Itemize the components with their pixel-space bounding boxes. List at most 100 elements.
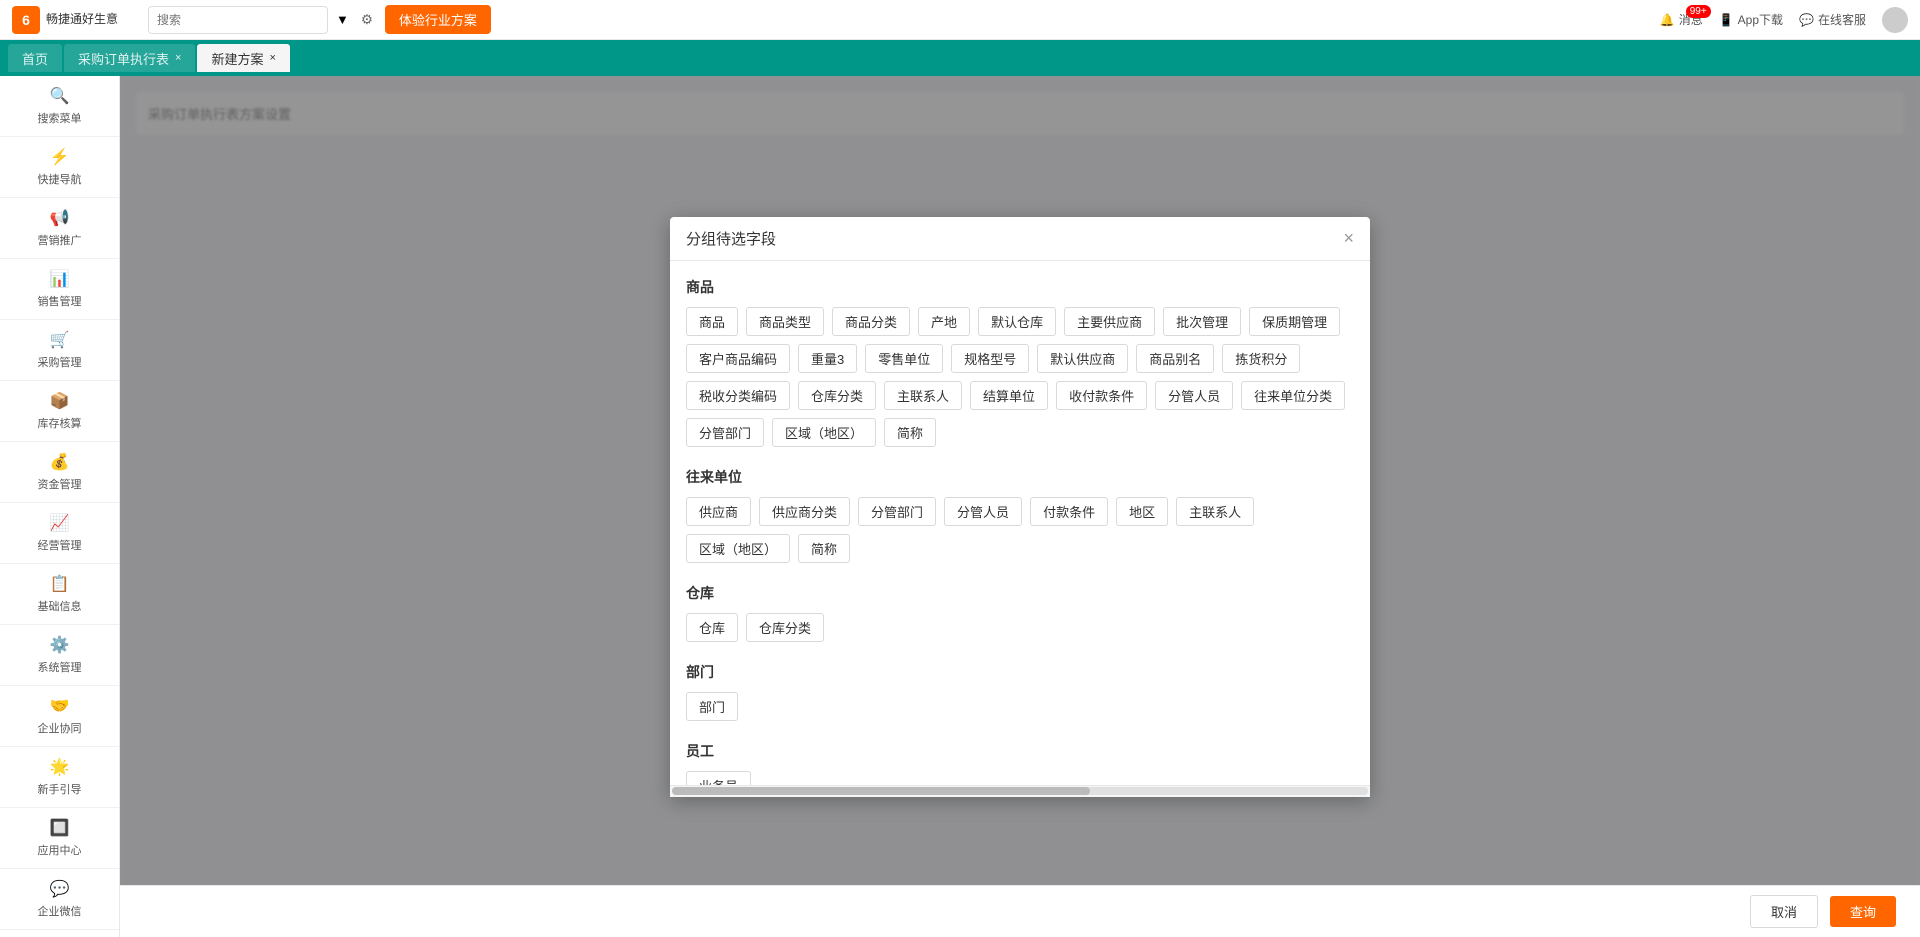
dropdown-icon[interactable]: ▼ xyxy=(336,12,349,27)
field-tag-0-23[interactable]: 区域（地区） xyxy=(772,418,876,447)
sidebar-label-7: 经营管理 xyxy=(38,537,82,553)
field-tag-0-11[interactable]: 规格型号 xyxy=(951,344,1029,373)
field-tag-0-19[interactable]: 收付款条件 xyxy=(1056,381,1147,410)
field-tag-0-24[interactable]: 简称 xyxy=(884,418,936,447)
field-tag-0-14[interactable]: 拣货积分 xyxy=(1222,344,1300,373)
sidebar-item-3[interactable]: 📊销售管理 xyxy=(0,259,119,320)
sidebar-icon-8: 📋 xyxy=(50,574,70,594)
field-tags-1: 供应商供应商分类分管部门分管人员付款条件地区主联系人区域（地区） 简称 xyxy=(686,497,1354,563)
sidebar-item-4[interactable]: 🛒采购管理 xyxy=(0,320,119,381)
sidebar-label-11: 新手引导 xyxy=(38,781,82,797)
modal-horizontal-scrollbar[interactable] xyxy=(670,785,1370,797)
field-tag-0-9[interactable]: 重量3 xyxy=(798,344,857,373)
sidebar-item-12[interactable]: 🔲应用中心 xyxy=(0,808,119,869)
field-tags-4: 业务员 xyxy=(686,771,1354,785)
tab-new-plan[interactable]: 新建方案 × xyxy=(197,44,289,72)
field-tag-0-7[interactable]: 保质期管理 xyxy=(1249,307,1340,336)
sidebar-icon-13: 💬 xyxy=(50,879,70,899)
field-tag-0-5[interactable]: 主要供应商 xyxy=(1064,307,1155,336)
sidebar-label-3: 销售管理 xyxy=(38,293,82,309)
field-tag-0-15[interactable]: 税收分类编码 xyxy=(686,381,790,410)
sidebar-icon-10: 🤝 xyxy=(50,696,70,716)
field-tag-0-2[interactable]: 商品分类 xyxy=(832,307,910,336)
service-icon: 💬 xyxy=(1799,13,1814,27)
field-tag-1-1[interactable]: 供应商分类 xyxy=(759,497,850,526)
field-tag-0-17[interactable]: 主联系人 xyxy=(884,381,962,410)
field-tag-0-4[interactable]: 默认仓库 xyxy=(978,307,1056,336)
tab-close-icon[interactable]: × xyxy=(175,52,181,64)
section-title-3: 部门 xyxy=(686,662,1354,682)
notifications[interactable]: 🔔 消息 99+ xyxy=(1660,11,1703,28)
field-tag-0-0[interactable]: 商品 xyxy=(686,307,738,336)
sidebar-icon-1: ⚡ xyxy=(50,147,70,167)
field-tag-0-21[interactable]: 往来单位分类 xyxy=(1241,381,1345,410)
field-tag-0-12[interactable]: 默认供应商 xyxy=(1037,344,1128,373)
tab-label: 采购订单执行表 xyxy=(78,49,169,68)
tab-label: 首页 xyxy=(22,49,48,68)
field-tag-1-8[interactable]: 简称 xyxy=(798,534,850,563)
avatar[interactable] xyxy=(1882,7,1908,33)
sidebar-item-10[interactable]: 🤝企业协同 xyxy=(0,686,119,747)
search-input[interactable] xyxy=(148,6,328,34)
sidebar-label-6: 资金管理 xyxy=(38,476,82,492)
scrollbar-thumb xyxy=(672,787,1090,795)
field-tag-1-7[interactable]: 区域（地区） xyxy=(686,534,790,563)
modal-bottom-bar: 取消 查询 xyxy=(120,885,1920,937)
sidebar-label-12: 应用中心 xyxy=(38,842,82,858)
sidebar-item-5[interactable]: 📦库存核算 xyxy=(0,381,119,442)
sidebar-label-0: 搜索菜单 xyxy=(38,110,82,126)
field-tag-0-1[interactable]: 商品类型 xyxy=(746,307,824,336)
modal-close-button[interactable]: × xyxy=(1343,228,1354,249)
modal-overlay: 分组待选字段 × 商品商品商品类型商品分类产地默认仓库主要供应商批次管理保质期管… xyxy=(120,76,1920,937)
app-download-label: App下载 xyxy=(1738,11,1783,28)
field-tag-1-5[interactable]: 地区 xyxy=(1116,497,1168,526)
field-tag-0-10[interactable]: 零售单位 xyxy=(865,344,943,373)
field-tag-2-1[interactable]: 仓库分类 xyxy=(746,613,824,642)
sidebar-icon-6: 💰 xyxy=(50,452,70,472)
field-tag-0-13[interactable]: 商品别名 xyxy=(1136,344,1214,373)
modal-header: 分组待选字段 × xyxy=(670,217,1370,261)
field-tags-0: 商品商品类型商品分类产地默认仓库主要供应商批次管理保质期管理客户商品编码重量3 零… xyxy=(686,307,1354,447)
tab-purchase-order[interactable]: 采购订单执行表 × xyxy=(64,44,195,72)
tab-home[interactable]: 首页 xyxy=(8,44,62,72)
settings-icon[interactable]: ⚙ xyxy=(357,8,377,32)
sidebar-item-0[interactable]: 🔍搜索菜单 xyxy=(0,76,119,137)
sidebar-item-2[interactable]: 📢 营销推广 xyxy=(0,198,119,259)
field-tag-4-0[interactable]: 业务员 xyxy=(686,771,751,785)
cancel-button[interactable]: 取消 xyxy=(1750,895,1818,928)
sidebar-item-9[interactable]: ⚙️系统管理 xyxy=(0,625,119,686)
download-icon: 📱 xyxy=(1719,13,1734,27)
sidebar-item-6[interactable]: 💰 资金管理 xyxy=(0,442,119,503)
field-tag-2-0[interactable]: 仓库 xyxy=(686,613,738,642)
online-service[interactable]: 💬 在线客服 xyxy=(1799,11,1866,28)
field-tag-0-6[interactable]: 批次管理 xyxy=(1163,307,1241,336)
field-tag-0-18[interactable]: 结算单位 xyxy=(970,381,1048,410)
field-tag-3-0[interactable]: 部门 xyxy=(686,692,738,721)
sidebar-item-1[interactable]: ⚡ 快捷导航 xyxy=(0,137,119,198)
field-tag-0-3[interactable]: 产地 xyxy=(918,307,970,336)
app-download[interactable]: 📱 App下载 xyxy=(1719,11,1783,28)
field-tag-1-3[interactable]: 分管人员 xyxy=(944,497,1022,526)
field-tag-0-16[interactable]: 仓库分类 xyxy=(798,381,876,410)
sidebar-icon-2: 📢 xyxy=(50,208,70,228)
field-tag-1-2[interactable]: 分管部门 xyxy=(858,497,936,526)
tab-close-icon[interactable]: × xyxy=(269,52,275,64)
trial-button[interactable]: 体验行业方案 xyxy=(385,5,491,34)
sidebar-item-14[interactable]: 👑畅会员 xyxy=(0,930,119,937)
sidebar-item-8[interactable]: 📋基础信息 xyxy=(0,564,119,625)
sidebar-item-7[interactable]: 📈经营管理 xyxy=(0,503,119,564)
tab-bar: 首页 采购订单执行表 × 新建方案 × xyxy=(0,40,1920,76)
field-tag-0-8[interactable]: 客户商品编码 xyxy=(686,344,790,373)
field-tag-1-0[interactable]: 供应商 xyxy=(686,497,751,526)
sidebar-label-1: 快捷导航 xyxy=(38,171,82,187)
modal-body[interactable]: 商品商品商品类型商品分类产地默认仓库主要供应商批次管理保质期管理客户商品编码重量… xyxy=(670,261,1370,785)
sidebar-item-11[interactable]: 🌟新手引导 xyxy=(0,747,119,808)
sidebar-label-2: 营销推广 xyxy=(38,232,82,248)
field-tag-1-6[interactable]: 主联系人 xyxy=(1176,497,1254,526)
confirm-button[interactable]: 查询 xyxy=(1830,896,1896,927)
field-tag-0-20[interactable]: 分管人员 xyxy=(1155,381,1233,410)
field-tag-1-4[interactable]: 付款条件 xyxy=(1030,497,1108,526)
sidebar-item-13[interactable]: 💬企业微信 xyxy=(0,869,119,930)
field-section-仓库: 仓库仓库仓库分类 xyxy=(686,583,1354,642)
field-tag-0-22[interactable]: 分管部门 xyxy=(686,418,764,447)
